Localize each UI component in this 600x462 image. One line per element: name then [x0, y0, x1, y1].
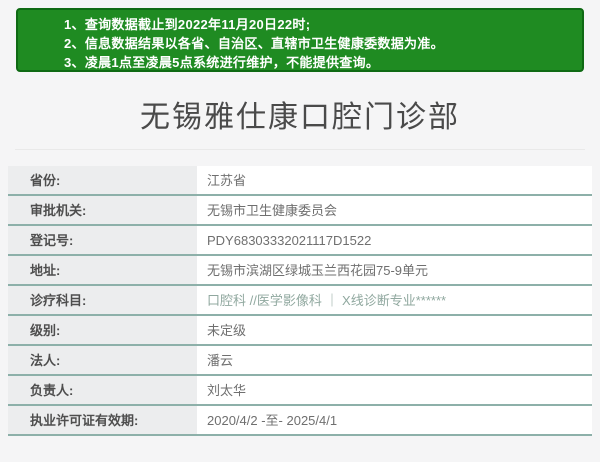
row-value: 未定级	[197, 316, 592, 344]
row-label: 级别:	[8, 316, 197, 344]
page-title: 无锡雅仕康口腔门诊部	[140, 101, 460, 134]
row-value: 口腔科 //医学影像科 ｜ X线诊断专业******	[197, 286, 592, 314]
row-label: 审批机关:	[8, 196, 197, 224]
row-label: 负责人:	[8, 376, 197, 404]
details-table: 省份: 江苏省 审批机关: 无锡市卫生健康委员会 登记号: PDY683033320211…	[8, 166, 592, 436]
title-divider	[15, 149, 585, 150]
table-row: 法人: 潘云	[8, 346, 592, 376]
notice-line: 2、信息数据结果以各省、自治区、直辖市卫生健康委数据为准。	[64, 36, 444, 51]
table-row: 地址: 无锡市滨湖区绿城玉兰西花园75-9单元	[8, 256, 592, 286]
row-label: 诊疗科目:	[8, 286, 197, 314]
row-label: 地址:	[8, 256, 197, 284]
table-row: 审批机关: 无锡市卫生健康委员会	[8, 196, 592, 226]
table-row: 省份: 江苏省	[8, 166, 592, 196]
row-label: 法人:	[8, 346, 197, 374]
table-row: 诊疗科目: 口腔科 //医学影像科 ｜ X线诊断专业******	[8, 286, 592, 316]
row-label: 省份:	[8, 166, 197, 194]
row-value: 潘云	[197, 346, 592, 374]
table-row: 执业许可证有效期: 2020/4/2 -至- 2025/4/1	[8, 406, 592, 436]
table-row: 级别: 未定级	[8, 316, 592, 346]
table-row: 负责人: 刘太华	[8, 376, 592, 406]
row-value: 无锡市滨湖区绿城玉兰西花园75-9单元	[197, 256, 592, 284]
row-value: 2020/4/2 -至- 2025/4/1	[197, 406, 592, 434]
notice-list: 1、查询数据截止到2022年11月20日22时; 2、信息数据结果以各省、自治区、…	[64, 15, 570, 72]
row-value: PDY68303332021117D1522	[197, 226, 592, 254]
notice-banner: 1、查询数据截止到2022年11月20日22时; 2、信息数据结果以各省、自治区、…	[16, 8, 584, 72]
table-row: 登记号: PDY68303332021117D1522	[8, 226, 592, 256]
notice-line: 1、查询数据截止到2022年11月20日22时;	[64, 17, 311, 32]
notice-line: 3、凌晨1点至凌晨5点系统进行维护，不能提供查询。	[64, 55, 380, 70]
row-value: 刘太华	[197, 376, 592, 404]
row-value: 无锡市卫生健康委员会	[197, 196, 592, 224]
row-value: 江苏省	[197, 166, 592, 194]
row-label: 登记号:	[8, 226, 197, 254]
row-label: 执业许可证有效期:	[8, 406, 197, 434]
